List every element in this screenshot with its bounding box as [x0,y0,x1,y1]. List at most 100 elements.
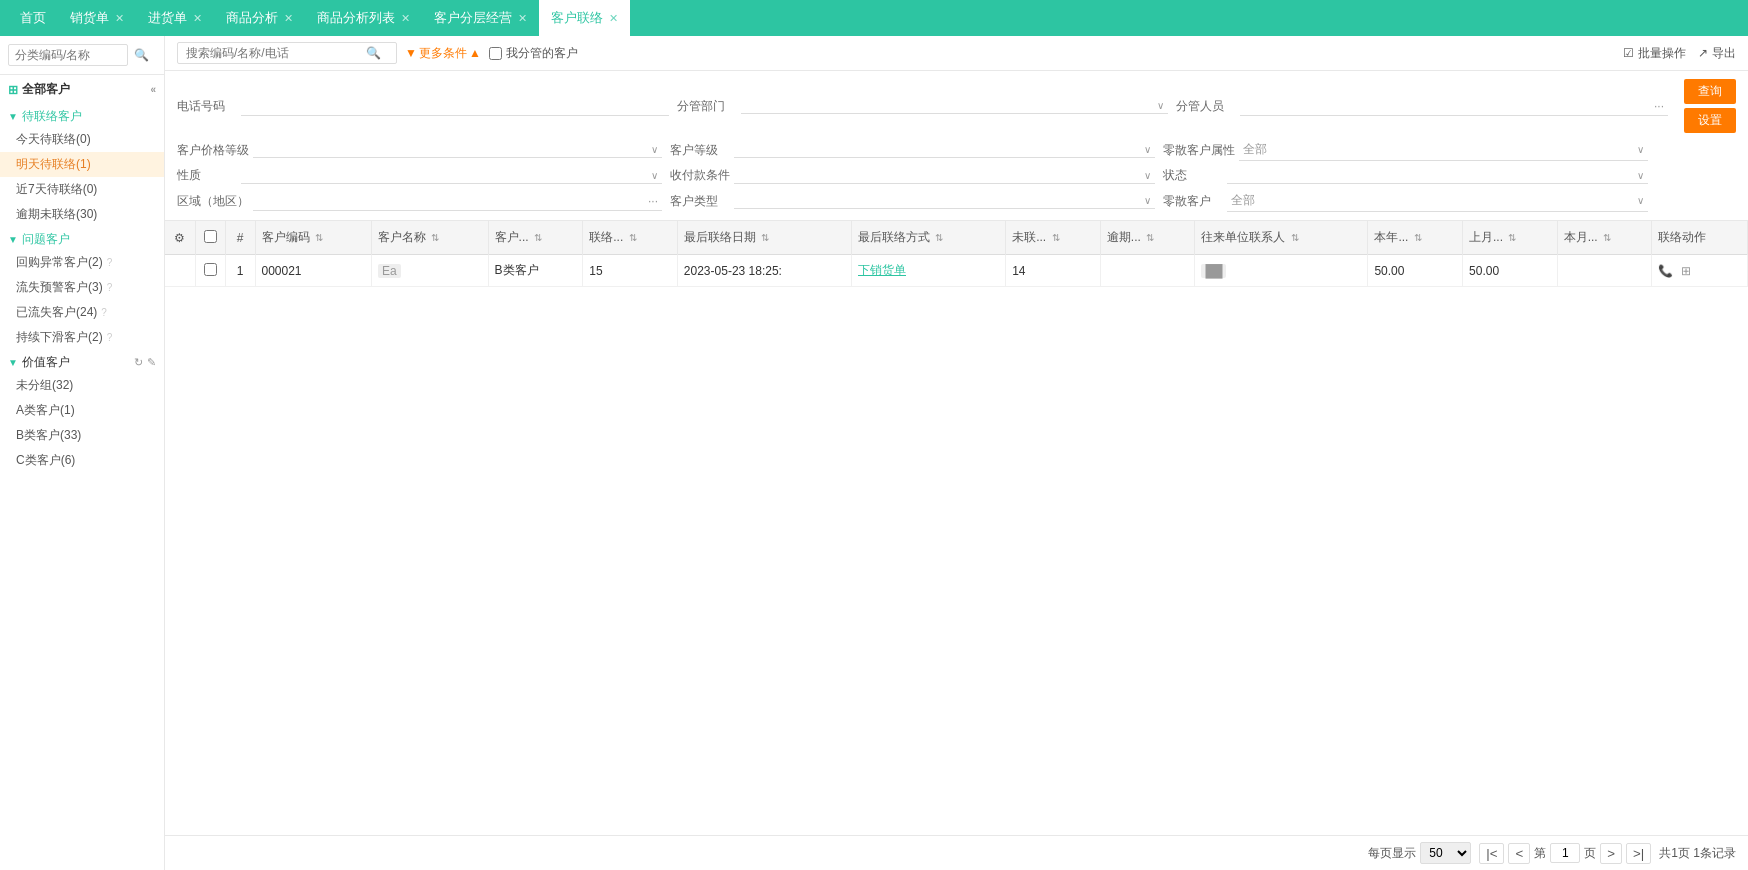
nature-select[interactable]: ∨ [241,168,662,184]
th-unit-contact[interactable]: 往来单位联系人 ⇅ [1195,221,1368,255]
search-input[interactable] [186,46,366,60]
th-overdue[interactable]: 逾期... ⇅ [1100,221,1195,255]
chevron-down-icon: ∨ [1637,144,1644,155]
edit-icon[interactable]: ✎ [147,356,156,369]
sidebar-item-declining[interactable]: 持续下滑客户(2) ? [0,325,164,350]
dept-select[interactable]: ∨ [741,98,1169,114]
customer-level-select[interactable]: ∨ [734,142,1155,158]
td-last-method[interactable]: 下销货单 [852,255,1006,287]
filter-dept: 分管部门 ∨ [677,98,1169,115]
th-customer-code[interactable]: 客户编码 ⇅ [255,221,372,255]
chevron-down-icon: ∨ [651,170,658,181]
nav-home[interactable]: 首页 [8,0,58,36]
prev-page-button[interactable]: < [1508,843,1530,864]
td-unit-contact: ██ [1195,255,1368,287]
bulk-action-button[interactable]: ☑ 批量操作 [1623,45,1686,62]
payment-select[interactable]: ∨ [734,168,1155,184]
sidebar-item-repurchase-abnormal[interactable]: 回购异常客户(2) ? [0,250,164,275]
query-button[interactable]: 查询 [1684,79,1736,104]
sidebar-item-class-a[interactable]: A类客户(1) [0,398,164,423]
nav-product-analysis[interactable]: 商品分析 ✕ [214,0,305,36]
td-last-date: 2023-05-23 18:25: [677,255,851,287]
nav-customer-tier[interactable]: 客户分层经营 ✕ [422,0,539,36]
search-icon[interactable]: 🔍 [134,48,149,62]
sidebar-item-7days-pending[interactable]: 近7天待联络(0) [0,177,164,202]
th-customer-type[interactable]: 客户... ⇅ [488,221,583,255]
select-all-checkbox[interactable] [204,230,217,243]
status-select[interactable]: ∨ [1227,168,1648,184]
th-this-year[interactable]: 本年... ⇅ [1368,221,1463,255]
filter-person: 分管人员 ··· [1176,97,1668,116]
th-num: # [225,221,255,255]
close-icon[interactable]: ✕ [401,12,410,25]
sort-icon: ⇅ [1603,232,1611,243]
sort-icon: ⇅ [1291,232,1299,243]
sidebar-item-class-c[interactable]: C类客户(6) [0,448,164,473]
sidebar-search-input[interactable] [8,44,128,66]
close-icon[interactable]: ✕ [115,12,124,25]
th-settings[interactable]: ⚙ [165,221,195,255]
nav-purchase-order[interactable]: 进货单 ✕ [136,0,214,36]
close-icon[interactable]: ✕ [609,12,618,25]
more-filter-button[interactable]: ▼ 更多条件 ▲ [405,45,481,62]
nav-customer-contact[interactable]: 客户联络 ✕ [539,0,630,36]
filter-actions: 查询 设置 [1684,79,1736,133]
customer-type-select[interactable]: ∨ [734,193,1155,209]
th-not-contacted[interactable]: 未联... ⇅ [1006,221,1101,255]
close-icon[interactable]: ✕ [193,12,202,25]
triangle-icon: ▼ [8,357,18,368]
page-number-input[interactable] [1550,843,1580,863]
close-icon[interactable]: ✕ [284,12,293,25]
price-level-select[interactable]: ∨ [253,142,662,158]
person-select[interactable]: ··· [1240,97,1668,116]
my-customers-checkbox-label[interactable]: 我分管的客户 [489,45,578,62]
refresh-icon[interactable]: ↻ [134,356,143,369]
sidebar-item-overdue-pending[interactable]: 逾期未联络(30) [0,202,164,227]
td-num: 1 [225,255,255,287]
region-select[interactable]: ··· [253,192,662,211]
first-page-button[interactable]: |< [1479,843,1504,864]
search-icon[interactable]: 🔍 [366,46,381,60]
th-checkbox[interactable] [195,221,225,255]
close-icon[interactable]: ✕ [518,12,527,25]
export-button[interactable]: ↗ 导出 [1698,45,1736,62]
grid-action-icon[interactable]: ⊞ [1681,264,1691,278]
phone-input[interactable] [241,97,669,116]
sidebar-item-today-pending[interactable]: 今天待联络(0) [0,127,164,152]
chevron-down-icon: ∨ [1144,170,1151,181]
toolbar: 🔍 ▼ 更多条件 ▲ 我分管的客户 ☑ 批量操作 ↗ 导出 [165,36,1748,71]
masked-name: Ea [378,264,401,278]
th-customer-name[interactable]: 客户名称 ⇅ [372,221,489,255]
per-page-dropdown[interactable]: 50 100 [1420,842,1471,864]
footer: 每页显示 50 100 |< < 第 页 > >| 共1页 1条记录 [165,835,1748,870]
row-checkbox[interactable] [204,263,217,276]
td-checkbox[interactable] [195,255,225,287]
next-page-button[interactable]: > [1600,843,1622,864]
sort-icon: ⇅ [315,232,323,243]
retail-attr-select[interactable]: 全部 ∨ [1239,139,1648,161]
filter-icon: ▼ [405,46,417,60]
retail-customer-select[interactable]: 全部 ∨ [1227,190,1648,212]
sort-icon: ⇅ [629,232,637,243]
td-last-month: 50.00 [1463,255,1558,287]
phone-action-icon[interactable]: 📞 [1658,264,1673,278]
sidebar-item-churn-warning[interactable]: 流失预警客户(3) ? [0,275,164,300]
sidebar-item-ungrouped[interactable]: 未分组(32) [0,373,164,398]
last-method-link[interactable]: 下销货单 [858,263,906,277]
filter-panel: 电话号码 分管部门 ∨ 分管人员 ··· 查询 设置 [165,71,1748,221]
nav-sales-order[interactable]: 销货单 ✕ [58,0,136,36]
th-last-contact-date[interactable]: 最后联络日期 ⇅ [677,221,851,255]
th-this-month[interactable]: 本月... ⇅ [1557,221,1652,255]
sidebar-item-churned[interactable]: 已流失客户(24) ? [0,300,164,325]
settings-button[interactable]: 设置 [1684,108,1736,133]
sidebar-all-customers[interactable]: ⊞ 全部客户 « [0,75,164,104]
sidebar-item-class-b[interactable]: B类客户(33) [0,423,164,448]
nav-product-analysis-list[interactable]: 商品分析列表 ✕ [305,0,422,36]
th-last-contact-method[interactable]: 最后联络方式 ⇅ [852,221,1006,255]
th-last-month[interactable]: 上月... ⇅ [1463,221,1558,255]
last-page-button[interactable]: >| [1626,843,1651,864]
th-contact-count[interactable]: 联络... ⇅ [583,221,678,255]
sidebar-item-tomorrow-pending[interactable]: 明天待联络(1) [0,152,164,177]
filter-nature: 性质 ∨ [177,167,662,184]
my-customers-checkbox[interactable] [489,47,502,60]
